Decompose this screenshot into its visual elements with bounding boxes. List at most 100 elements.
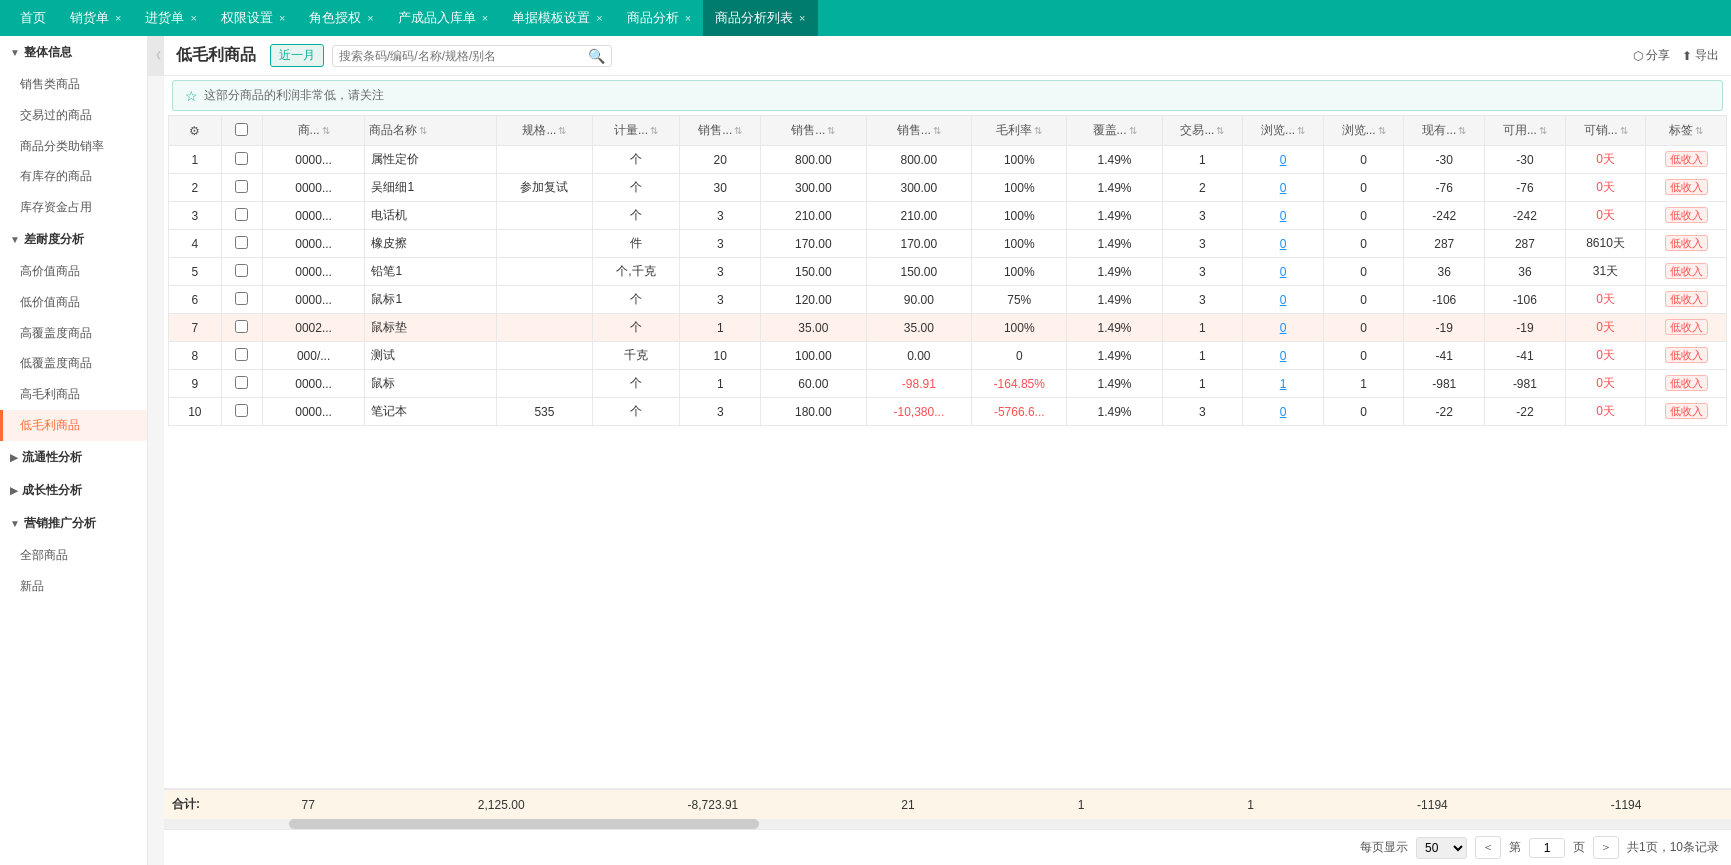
sidebar-item-low-margin[interactable]: 低毛利商品 xyxy=(0,410,147,441)
close-icon[interactable]: × xyxy=(115,12,121,24)
close-icon[interactable]: × xyxy=(367,12,373,24)
row-checkbox-cell[interactable] xyxy=(221,174,262,202)
nav-sales-order[interactable]: 销货单 × xyxy=(58,0,133,36)
nav-product-entry[interactable]: 产成品入库单 × xyxy=(386,0,500,36)
nav-home[interactable]: 首页 xyxy=(8,0,58,36)
close-icon[interactable]: × xyxy=(190,12,196,24)
scrollbar-thumb[interactable] xyxy=(289,819,759,829)
sidebar-group-growth[interactable]: ▶ 成长性分析 xyxy=(0,474,147,507)
sidebar-item-stocked-goods[interactable]: 有库存的商品 xyxy=(0,161,147,192)
row-browse1[interactable]: 1 xyxy=(1243,370,1324,398)
sidebar-item-low-coverage[interactable]: 低覆盖度商品 xyxy=(0,348,147,379)
sidebar-item-high-margin[interactable]: 高毛利商品 xyxy=(0,379,147,410)
prev-page-button[interactable]: ＜ xyxy=(1475,836,1501,859)
nav-template-settings[interactable]: 单据模板设置 × xyxy=(500,0,614,36)
sidebar-collapse-button[interactable]: 《 xyxy=(148,36,164,76)
col-header-settings[interactable]: ⚙ xyxy=(169,116,222,146)
row-checkbox[interactable] xyxy=(235,404,248,417)
close-icon[interactable]: × xyxy=(685,12,691,24)
row-tag: 低收入 xyxy=(1646,258,1727,286)
row-checkbox[interactable] xyxy=(235,320,248,333)
row-checkbox[interactable] xyxy=(235,264,248,277)
sidebar-item-capital-usage[interactable]: 库存资金占用 xyxy=(0,192,147,223)
next-page-button[interactable]: ＞ xyxy=(1593,836,1619,859)
row-checkbox[interactable] xyxy=(235,236,248,249)
row-checkbox-cell[interactable] xyxy=(221,342,262,370)
nav-roles[interactable]: 角色授权 × xyxy=(297,0,385,36)
row-checkbox-cell[interactable] xyxy=(221,230,262,258)
row-checkbox-cell[interactable] xyxy=(221,146,262,174)
sidebar-group-marketing[interactable]: ▼ 营销推广分析 xyxy=(0,507,147,540)
col-header-price[interactable]: 销售...⇅ xyxy=(761,116,867,146)
col-header-checkbox[interactable] xyxy=(221,116,262,146)
col-header-spec[interactable]: 规格...⇅ xyxy=(497,116,592,146)
col-header-browse1[interactable]: 浏览...⇅ xyxy=(1243,116,1324,146)
row-avail: -106 xyxy=(1485,286,1566,314)
nav-product-analysis-list[interactable]: 商品分析列表 × xyxy=(703,0,817,36)
horizontal-scrollbar[interactable] xyxy=(164,819,1731,829)
sidebar-item-new-goods[interactable]: 新品 xyxy=(0,571,147,602)
sidebar-item-high-coverage[interactable]: 高覆盖度商品 xyxy=(0,318,147,349)
col-header-coverage[interactable]: 覆盖...⇅ xyxy=(1067,116,1162,146)
row-browse1[interactable]: 0 xyxy=(1243,342,1324,370)
row-browse1[interactable]: 0 xyxy=(1243,174,1324,202)
row-checkbox[interactable] xyxy=(235,376,248,389)
col-header-tag[interactable]: 标签⇅ xyxy=(1646,116,1727,146)
row-browse1[interactable]: 0 xyxy=(1243,286,1324,314)
row-browse1[interactable]: 0 xyxy=(1243,258,1324,286)
sidebar-item-high-value[interactable]: 高价值商品 xyxy=(0,256,147,287)
sidebar-item-traded-goods[interactable]: 交易过的商品 xyxy=(0,100,147,131)
page-number-input[interactable] xyxy=(1529,838,1565,858)
close-icon[interactable]: × xyxy=(482,12,488,24)
select-all-checkbox[interactable] xyxy=(235,123,248,136)
sidebar-item-all-goods[interactable]: 全部商品 xyxy=(0,540,147,571)
search-icon[interactable]: 🔍 xyxy=(588,48,605,64)
row-checkbox[interactable] xyxy=(235,292,248,305)
row-browse1[interactable]: 0 xyxy=(1243,202,1324,230)
page-size-select[interactable]: 50 100 200 xyxy=(1416,837,1467,859)
row-checkbox[interactable] xyxy=(235,348,248,361)
data-table-container[interactable]: ⚙ 商...⇅ 商品名称⇅ 规格...⇅ 计量...⇅ 销售...⇅ 销售...… xyxy=(164,115,1731,788)
nav-product-analysis[interactable]: 商品分析 × xyxy=(615,0,703,36)
sidebar-group-overall[interactable]: ▼ 整体信息 xyxy=(0,36,147,69)
close-icon[interactable]: × xyxy=(799,12,805,24)
sidebar-group-circulation[interactable]: ▶ 流通性分析 xyxy=(0,441,147,474)
col-header-name[interactable]: 商品名称⇅ xyxy=(365,116,497,146)
row-checkbox-cell[interactable] xyxy=(221,370,262,398)
row-checkbox-cell[interactable] xyxy=(221,314,262,342)
row-checkbox[interactable] xyxy=(235,180,248,193)
row-browse1[interactable]: 0 xyxy=(1243,314,1324,342)
export-button[interactable]: ⬆ 导出 xyxy=(1682,47,1719,64)
row-browse1[interactable]: 0 xyxy=(1243,230,1324,258)
col-header-browse2[interactable]: 浏览...⇅ xyxy=(1323,116,1404,146)
row-checkbox-cell[interactable] xyxy=(221,398,262,426)
sidebar-item-low-value[interactable]: 低价值商品 xyxy=(0,287,147,318)
close-icon[interactable]: × xyxy=(279,12,285,24)
col-header-profit-rate[interactable]: 毛利率⇅ xyxy=(972,116,1067,146)
row-browse1[interactable]: 0 xyxy=(1243,146,1324,174)
col-header-saleable[interactable]: 可销...⇅ xyxy=(1565,116,1646,146)
col-header-sales[interactable]: 销售...⇅ xyxy=(866,116,972,146)
col-header-avail[interactable]: 可用...⇅ xyxy=(1485,116,1566,146)
col-header-qty[interactable]: 销售...⇅ xyxy=(680,116,761,146)
row-checkbox[interactable] xyxy=(235,208,248,221)
row-code: 0000... xyxy=(262,286,365,314)
close-icon[interactable]: × xyxy=(596,12,602,24)
col-header-unit[interactable]: 计量...⇅ xyxy=(592,116,680,146)
filter-recent-month-button[interactable]: 近一月 xyxy=(270,44,324,67)
search-input[interactable] xyxy=(339,49,588,63)
sidebar-item-sales-goods[interactable]: 销售类商品 xyxy=(0,69,147,100)
sidebar-item-category-rate[interactable]: 商品分类助销率 xyxy=(0,131,147,162)
share-button[interactable]: ⬡ 分享 xyxy=(1633,47,1670,64)
col-header-code[interactable]: 商...⇅ xyxy=(262,116,365,146)
row-browse1[interactable]: 0 xyxy=(1243,398,1324,426)
col-header-stock[interactable]: 现有...⇅ xyxy=(1404,116,1485,146)
row-checkbox-cell[interactable] xyxy=(221,258,262,286)
row-checkbox-cell[interactable] xyxy=(221,202,262,230)
row-checkbox[interactable] xyxy=(235,152,248,165)
nav-purchase-order[interactable]: 进货单 × xyxy=(133,0,208,36)
col-header-trade[interactable]: 交易...⇅ xyxy=(1162,116,1243,146)
sidebar-group-analysis[interactable]: ▼ 差耐度分析 xyxy=(0,223,147,256)
row-checkbox-cell[interactable] xyxy=(221,286,262,314)
nav-permissions[interactable]: 权限设置 × xyxy=(209,0,297,36)
